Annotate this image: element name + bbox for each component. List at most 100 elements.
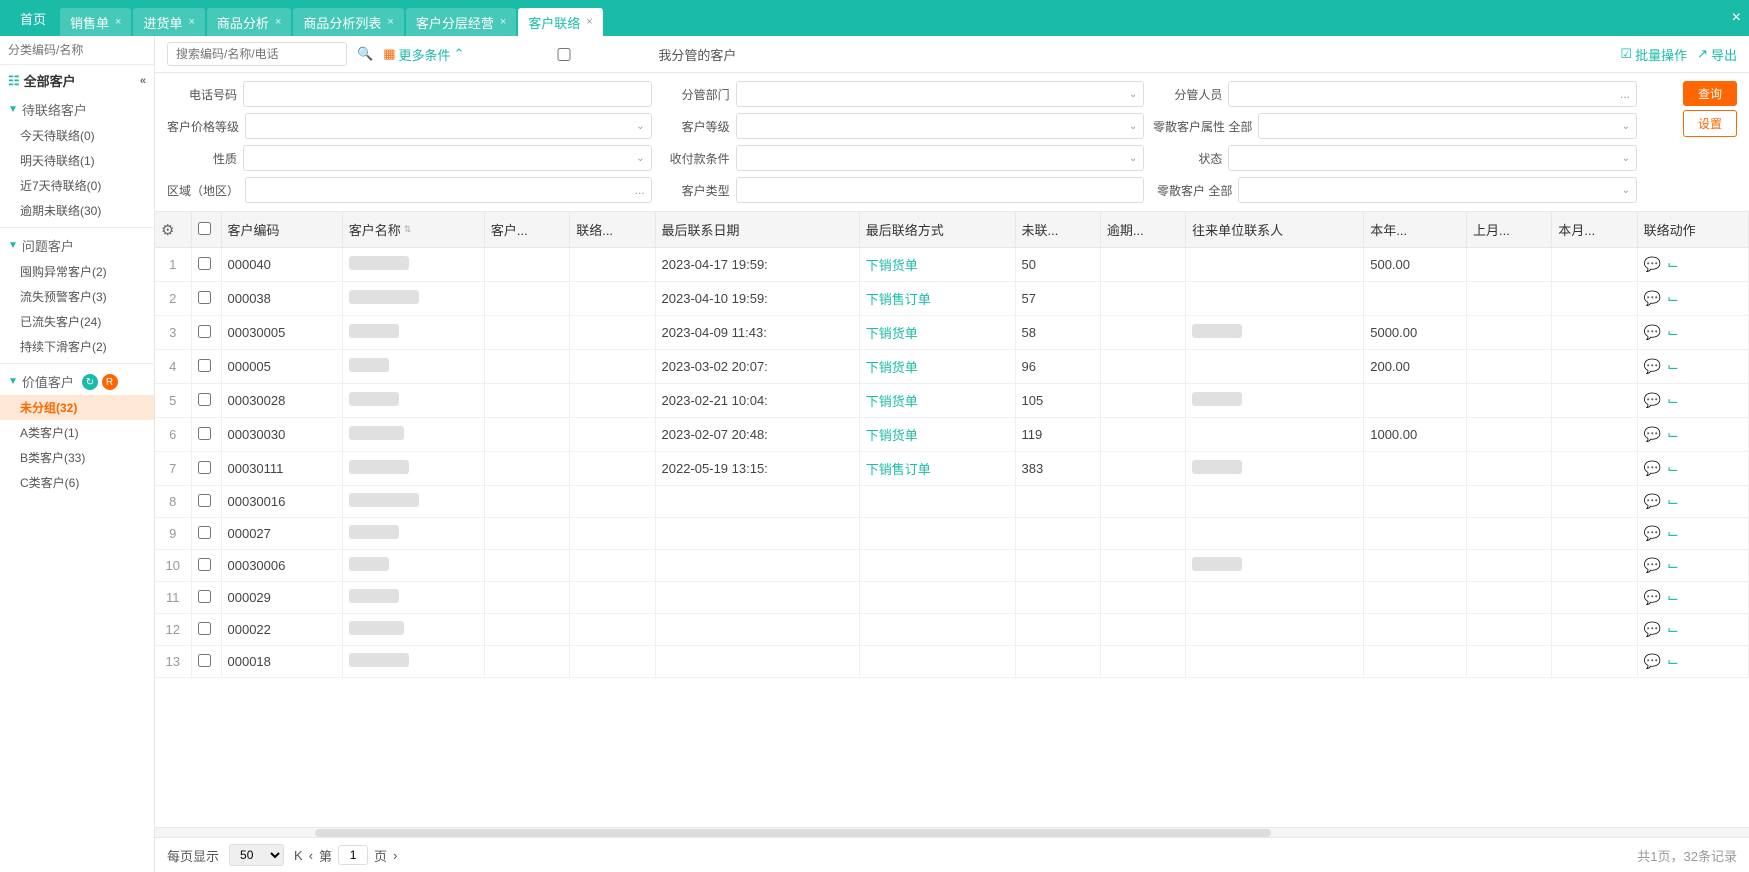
row-checkbox[interactable] xyxy=(198,325,211,338)
filter-payment-select[interactable]: ⌄ xyxy=(736,145,1145,171)
tab-product-analysis-list[interactable]: 商品分析列表 × xyxy=(293,8,403,36)
settings-icon[interactable]: ⚙ xyxy=(161,222,174,239)
grid-action-icon[interactable]: ⌙ xyxy=(1667,290,1679,307)
my-customers-check[interactable] xyxy=(474,48,654,61)
sidebar-item-b-class[interactable]: B类客户(33) xyxy=(0,445,154,470)
chat-icon[interactable]: 💬 xyxy=(1644,256,1661,273)
sidebar-all-customers[interactable]: ☷ 全部客户 « xyxy=(0,65,154,96)
prev-page-btn[interactable]: ‹ xyxy=(309,848,313,863)
sort-icon[interactable]: ⇅ xyxy=(404,224,412,235)
row-checkbox[interactable] xyxy=(198,622,211,635)
sidebar-group-problem[interactable]: ▼ 问题客户 xyxy=(0,232,154,259)
sidebar-group-waiting[interactable]: ▼ 待联络客户 xyxy=(0,96,154,123)
sidebar-item-c-class[interactable]: C类客户(6) xyxy=(0,470,154,495)
first-page-btn[interactable]: K xyxy=(294,848,303,863)
sidebar-item-ungroup[interactable]: 未分组(32) xyxy=(0,395,154,420)
next-page-btn[interactable]: › xyxy=(393,848,397,863)
tab-customer-contact[interactable]: 客户联络 × xyxy=(518,8,602,36)
row-checkbox[interactable] xyxy=(198,590,211,603)
scrollbar-thumb[interactable] xyxy=(315,829,1271,837)
filter-type-input[interactable] xyxy=(736,177,1145,203)
row-checkbox[interactable] xyxy=(198,461,211,474)
close-icon[interactable]: × xyxy=(387,16,393,28)
page-size-select[interactable]: 50 20 100 xyxy=(229,844,284,866)
grid-action-icon[interactable]: ⌙ xyxy=(1667,621,1679,638)
sidebar-item-tomorrow[interactable]: 明天待联络(1) xyxy=(0,148,154,173)
row-checkbox[interactable] xyxy=(198,654,211,667)
close-icon[interactable]: × xyxy=(275,16,281,28)
sidebar-search-input[interactable] xyxy=(8,43,155,57)
sidebar-item-abnormal[interactable]: 囤购异常客户(2) xyxy=(0,259,154,284)
row-checkbox[interactable] xyxy=(198,359,211,372)
filter-phone-input[interactable] xyxy=(243,81,652,107)
value-refresh-icon[interactable]: ↻ xyxy=(82,374,98,390)
filter-dept-select[interactable]: ⌄ xyxy=(736,81,1145,107)
batch-op-btn[interactable]: ☑ 批量操作 xyxy=(1620,45,1687,64)
chat-icon[interactable]: 💬 xyxy=(1644,621,1661,638)
filter-region-input[interactable]: ... xyxy=(245,177,652,203)
filter-retail-select[interactable]: ⌄ xyxy=(1238,177,1637,203)
sidebar-item-overdue[interactable]: 逾期未联络(30) xyxy=(0,198,154,223)
sidebar-item-churned[interactable]: 已流失客户(24) xyxy=(0,309,154,334)
close-icon[interactable]: × xyxy=(586,16,592,28)
row-checkbox[interactable] xyxy=(198,291,211,304)
tab-product-analysis[interactable]: 商品分析 × xyxy=(207,8,291,36)
row-checkbox[interactable] xyxy=(198,526,211,539)
horizontal-scrollbar[interactable] xyxy=(155,827,1749,837)
my-customers-checkbox[interactable]: 我分管的客户 xyxy=(474,45,736,64)
filter-nature-select[interactable]: ⌄ xyxy=(243,145,652,171)
more-conditions-btn[interactable]: ▦ 更多条件 ⌃ xyxy=(383,45,464,64)
tab-sales[interactable]: 销售单 × xyxy=(60,8,131,36)
chat-icon[interactable]: 💬 xyxy=(1644,324,1661,341)
reset-btn[interactable]: 设置 xyxy=(1683,110,1737,137)
tab-home[interactable]: 首页 xyxy=(8,0,58,36)
row-checkbox[interactable] xyxy=(198,558,211,571)
contact-method-link[interactable]: 下销货单 xyxy=(866,428,918,443)
grid-action-icon[interactable]: ⌙ xyxy=(1667,426,1679,443)
chat-icon[interactable]: 💬 xyxy=(1644,589,1661,606)
sidebar-item-a-class[interactable]: A类客户(1) xyxy=(0,420,154,445)
sidebar-item-churn-warning[interactable]: 流失预警客户(3) xyxy=(0,284,154,309)
sidebar-item-declining[interactable]: 持续下滑客户(2) xyxy=(0,334,154,359)
row-checkbox[interactable] xyxy=(198,427,211,440)
contact-method-link[interactable]: 下销售订单 xyxy=(866,292,931,307)
grid-action-icon[interactable]: ⌙ xyxy=(1667,589,1679,606)
filter-status-select[interactable]: ⌄ xyxy=(1228,145,1637,171)
filter-retail-attr-select[interactable]: ⌄ xyxy=(1258,113,1637,139)
chat-icon[interactable]: 💬 xyxy=(1644,557,1661,574)
close-icon[interactable]: × xyxy=(188,16,194,28)
export-btn[interactable]: ↗ 导出 xyxy=(1697,45,1737,64)
contact-method-link[interactable]: 下销货单 xyxy=(866,258,918,273)
grid-action-icon[interactable]: ⌙ xyxy=(1667,460,1679,477)
grid-action-icon[interactable]: ⌙ xyxy=(1667,392,1679,409)
contact-method-link[interactable]: 下销货单 xyxy=(866,326,918,341)
tab-customer-segment[interactable]: 客户分层经营 × xyxy=(406,8,516,36)
chat-icon[interactable]: 💬 xyxy=(1644,493,1661,510)
row-checkbox[interactable] xyxy=(198,257,211,270)
filter-search-icon[interactable]: 🔍 xyxy=(357,46,373,62)
grid-action-icon[interactable]: ⌙ xyxy=(1667,256,1679,273)
sidebar-item-7days[interactable]: 近7天待联络(0) xyxy=(0,173,154,198)
search-input[interactable] xyxy=(167,42,347,66)
chat-icon[interactable]: 💬 xyxy=(1644,525,1661,542)
close-icon[interactable]: × xyxy=(115,16,121,28)
chat-icon[interactable]: 💬 xyxy=(1644,460,1661,477)
filter-customer-level-select[interactable]: ⌄ xyxy=(736,113,1145,139)
select-all-checkbox[interactable] xyxy=(198,222,211,235)
sidebar-item-today[interactable]: 今天待联络(0) xyxy=(0,123,154,148)
chat-icon[interactable]: 💬 xyxy=(1644,358,1661,375)
close-icon[interactable]: × xyxy=(500,16,506,28)
filter-price-level-select[interactable]: ⌄ xyxy=(245,113,652,139)
chat-icon[interactable]: 💬 xyxy=(1644,290,1661,307)
query-btn[interactable]: 查询 xyxy=(1683,81,1737,106)
chat-icon[interactable]: 💬 xyxy=(1644,653,1661,670)
row-checkbox[interactable] xyxy=(198,393,211,406)
window-close-icon[interactable]: × xyxy=(1732,9,1741,27)
grid-action-icon[interactable]: ⌙ xyxy=(1667,324,1679,341)
chat-icon[interactable]: 💬 xyxy=(1644,426,1661,443)
grid-action-icon[interactable]: ⌙ xyxy=(1667,358,1679,375)
tab-purchase[interactable]: 进货单 × xyxy=(133,8,204,36)
grid-action-icon[interactable]: ⌙ xyxy=(1667,493,1679,510)
sidebar-group-value[interactable]: ▼ 价值客户 ↻ R xyxy=(0,368,154,395)
page-input[interactable] xyxy=(338,845,368,865)
